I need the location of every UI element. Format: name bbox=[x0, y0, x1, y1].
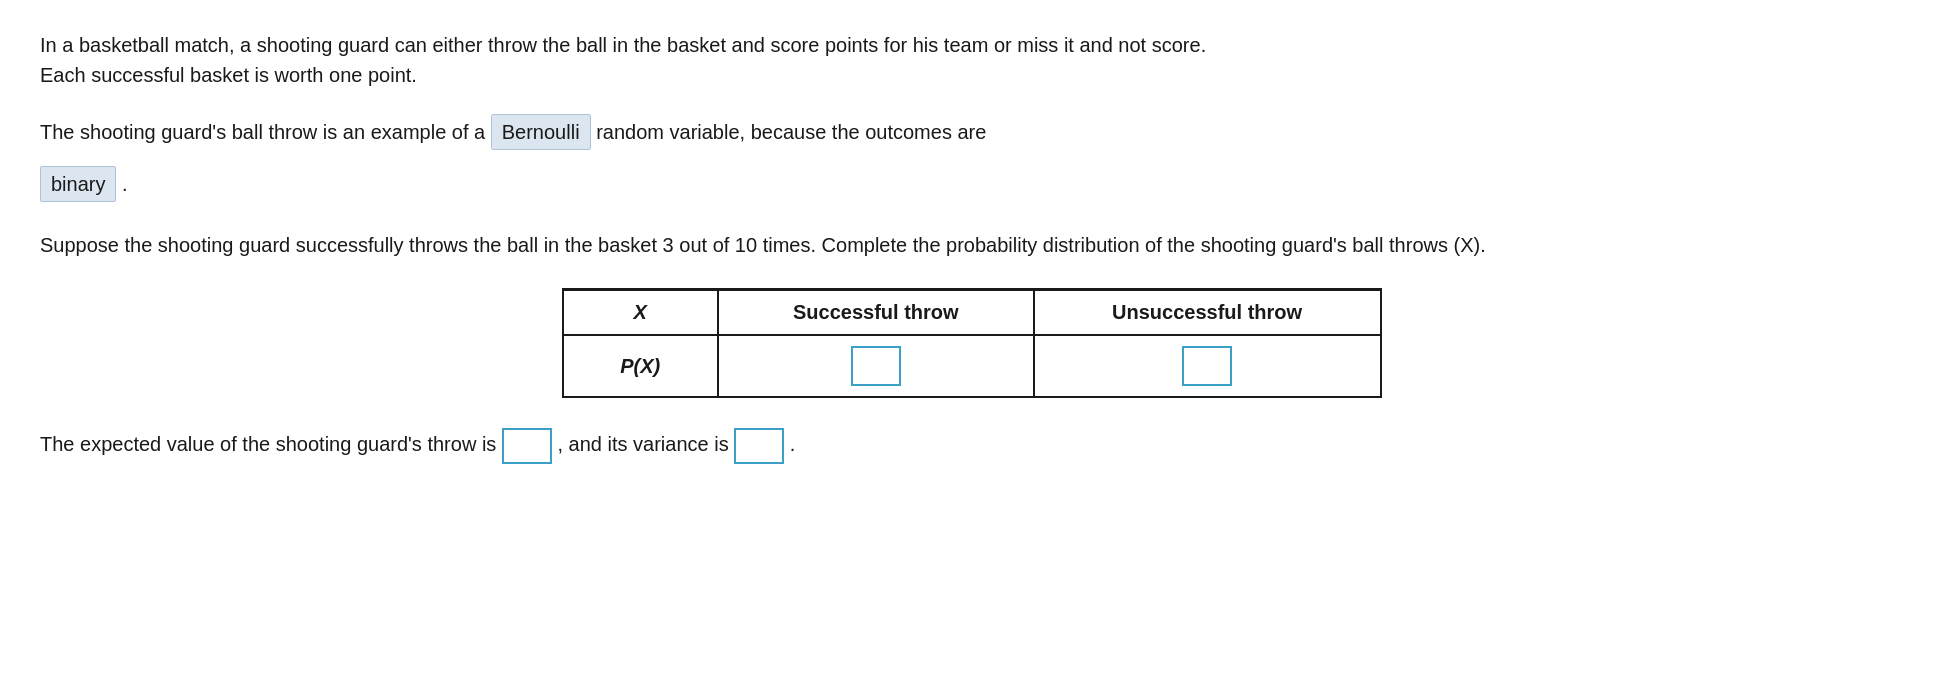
sentence1-suffix: random variable, because the outcomes ar… bbox=[596, 121, 986, 143]
sentence3-text: Suppose the shooting guard successfully … bbox=[40, 234, 1486, 256]
successful-throw-cell bbox=[718, 335, 1034, 397]
col3-header: Unsuccessful throw bbox=[1034, 290, 1381, 336]
conclusion-line: The expected value of the shooting guard… bbox=[40, 426, 1903, 464]
col2-header: Successful throw bbox=[718, 290, 1034, 336]
unsuccessful-throw-input[interactable] bbox=[1182, 346, 1232, 386]
probability-table-container: X Successful throw Unsuccessful throw P(… bbox=[40, 288, 1903, 398]
intro-line2: Each successful basket is worth one poin… bbox=[40, 64, 417, 86]
probability-table: X Successful throw Unsuccessful throw P(… bbox=[562, 288, 1382, 398]
binary-highlight: binary bbox=[40, 166, 116, 202]
intro-line1: In a basketball match, a shooting guard … bbox=[40, 34, 1206, 56]
bernoulli-sentence: The shooting guard's ball throw is an ex… bbox=[40, 114, 1903, 150]
successful-throw-input[interactable] bbox=[851, 346, 901, 386]
sentence1-prefix: The shooting guard's ball throw is an ex… bbox=[40, 121, 485, 143]
unsuccessful-throw-cell bbox=[1034, 335, 1381, 397]
sentence2-suffix: . bbox=[122, 173, 128, 195]
bernoulli-highlight: Bernoulli bbox=[491, 114, 591, 150]
row-label: P(X) bbox=[563, 335, 719, 397]
variance-input[interactable] bbox=[734, 428, 784, 464]
table-row: P(X) bbox=[563, 335, 1381, 397]
problem-statement: Suppose the shooting guard successfully … bbox=[40, 230, 1903, 260]
conclusion-middle: , and its variance is bbox=[557, 433, 728, 455]
intro-paragraph: In a basketball match, a shooting guard … bbox=[40, 30, 1903, 90]
conclusion-prefix: The expected value of the shooting guard… bbox=[40, 433, 496, 455]
binary-sentence: binary . bbox=[40, 166, 1903, 202]
col1-header: X bbox=[563, 290, 719, 336]
conclusion-suffix: . bbox=[790, 433, 796, 455]
expected-value-input[interactable] bbox=[502, 428, 552, 464]
